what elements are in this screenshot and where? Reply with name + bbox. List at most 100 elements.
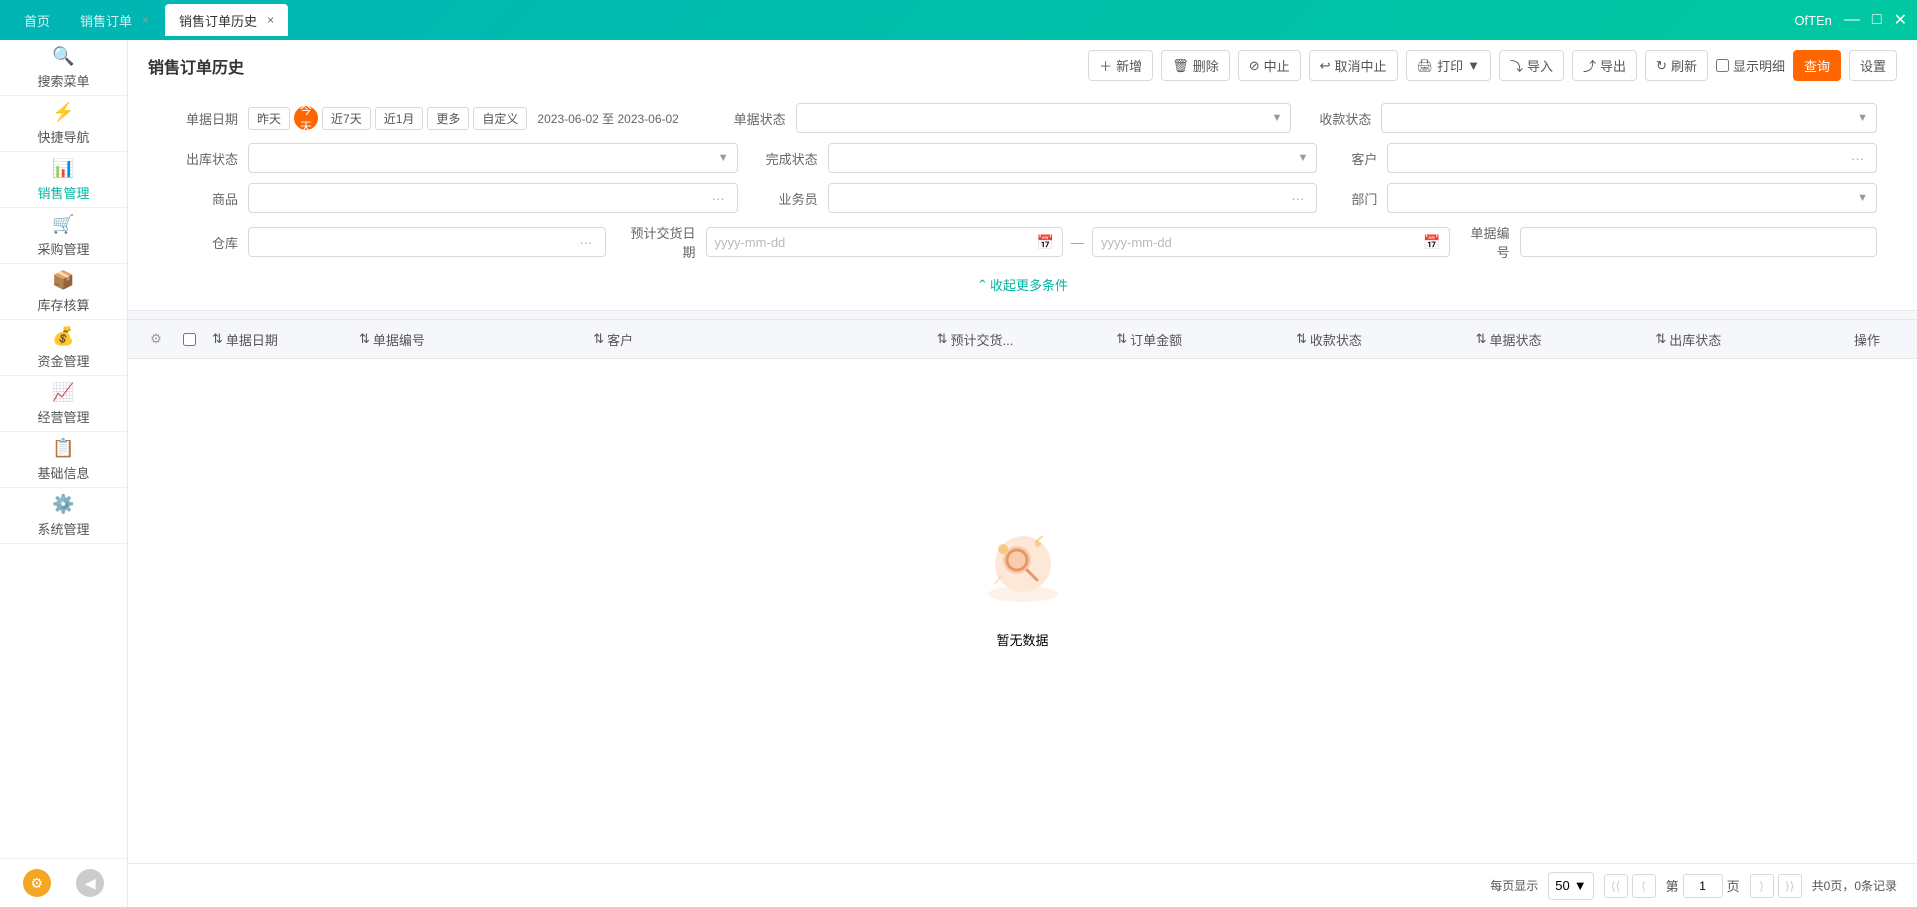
ship-out-select[interactable]: ▼	[248, 143, 738, 173]
tab-sales-order-history-close[interactable]: ×	[267, 13, 274, 27]
expected-date-label: 预计交货日期	[626, 223, 706, 261]
prev-page-button[interactable]: ⟨	[1632, 874, 1656, 898]
th-delivery-label: 预计交货...	[950, 330, 1013, 349]
th-delivery[interactable]: ⇅ 预计交货...	[929, 330, 1109, 349]
filter-row-date: 单据日期 昨天 今天 近7天 近1月 更多 自定义 2023-06-02 至 2…	[168, 103, 1877, 133]
display-toggle-checkbox[interactable]	[1716, 59, 1729, 72]
expected-date-to[interactable]: yyyy-mm-dd 📅	[1092, 227, 1450, 257]
th-order-status-sort-icon: ⇅	[1476, 331, 1487, 347]
calendar-icon-2: 📅	[1423, 234, 1440, 251]
page-number-input[interactable]	[1683, 874, 1723, 898]
first-page-button[interactable]: ⟨⟨	[1604, 874, 1628, 898]
warehouse-dots[interactable]: ···	[576, 235, 597, 250]
tab-home[interactable]: 首页	[10, 4, 64, 36]
sidebar-item-purchase-mgmt-label: 采购管理	[37, 239, 89, 258]
th-customer-label: 客户	[607, 330, 633, 349]
close-window-icon[interactable]: —	[1844, 11, 1860, 29]
th-ship-status[interactable]: ⇅ 出库状态	[1647, 330, 1827, 349]
top-bar: 首页 销售订单 × 销售订单历史 × OfTEn — □ ✕	[0, 0, 1917, 40]
dept-select[interactable]: ▼	[1387, 183, 1877, 213]
goods-select[interactable]: ···	[248, 183, 738, 213]
th-order-status[interactable]: ⇅ 单据状态	[1468, 330, 1648, 349]
table-select-all[interactable]	[174, 333, 204, 346]
print-button[interactable]: 🖨 打印 ▼	[1406, 50, 1491, 81]
last-page-button[interactable]: ⟩⟩	[1778, 874, 1802, 898]
per-page-select[interactable]: 50 ▼	[1548, 872, 1593, 900]
close-app-icon[interactable]: ✕	[1894, 10, 1907, 30]
date-quick-btns: 昨天 今天 近7天 近1月 更多 自定义	[248, 106, 527, 130]
display-toggle[interactable]: 显示明细	[1716, 56, 1785, 75]
table-gear-icon[interactable]: ⚙	[138, 331, 174, 347]
tab-sales-order-history[interactable]: 销售订单历史 ×	[165, 4, 288, 36]
th-amount[interactable]: ⇅ 订单金额	[1108, 330, 1288, 349]
th-date[interactable]: ⇅ 单据日期	[204, 330, 351, 349]
date-btn-custom[interactable]: 自定义	[473, 107, 527, 130]
settings-button[interactable]: 设置	[1849, 50, 1897, 81]
page-title-row: 销售订单历史 ＋ 新增 🗑 删除 ⊘ 中止 ↩	[148, 50, 1897, 81]
sidebar-item-operation[interactable]: 📈 经营管理	[0, 376, 127, 432]
th-num[interactable]: ⇅ 单据编号	[351, 330, 585, 349]
next-page-button[interactable]: ⟩	[1750, 874, 1774, 898]
sidebar-item-purchase-mgmt[interactable]: 🛒 采购管理	[0, 208, 127, 264]
new-button[interactable]: ＋ 新增	[1088, 50, 1153, 81]
tab-sales-order-label: 销售订单	[80, 11, 132, 30]
tab-home-label: 首页	[24, 11, 50, 30]
stop-button[interactable]: ⊘ 中止	[1238, 50, 1301, 81]
th-pay-status[interactable]: ⇅ 收款状态	[1288, 330, 1468, 349]
salesperson-select[interactable]: ···	[828, 183, 1318, 213]
sidebar-volume-icon[interactable]: ◀	[76, 869, 104, 897]
th-ship-status-sort-icon: ⇅	[1655, 331, 1666, 347]
th-pay-status-label: 收款状态	[1310, 330, 1362, 349]
complete-status-select[interactable]: ▼	[828, 143, 1318, 173]
sidebar-item-search-menu[interactable]: 🔍 搜索菜单	[0, 40, 127, 96]
order-status-arrow: ▼	[1271, 112, 1282, 124]
print-icon: 🖨	[1417, 58, 1434, 74]
date-btn-7days[interactable]: 近7天	[322, 107, 371, 130]
order-status-select[interactable]: ▼	[796, 103, 1292, 133]
dept-arrow: ▼	[1857, 192, 1868, 204]
cancel-stop-label: 取消中止	[1335, 56, 1387, 75]
sidebar-item-base-info-label: 基础信息	[37, 463, 89, 482]
sidebar-item-inventory[interactable]: 📦 库存核算	[0, 264, 127, 320]
import-icon: ⤵	[1510, 56, 1523, 75]
select-all-checkbox[interactable]	[183, 333, 196, 346]
refresh-button[interactable]: ↻ 刷新	[1645, 50, 1708, 81]
date-btn-more[interactable]: 更多	[427, 107, 469, 130]
th-customer[interactable]: ⇅ 客户	[585, 330, 928, 349]
query-button[interactable]: 查询	[1793, 50, 1841, 81]
import-button[interactable]: ⤵ 导入	[1499, 50, 1564, 81]
minimize-window-icon[interactable]: □	[1872, 11, 1882, 29]
sidebar-item-base-info[interactable]: 📋 基础信息	[0, 432, 127, 488]
filter-area: 单据日期 昨天 今天 近7天 近1月 更多 自定义 2023-06-02 至 2…	[148, 91, 1897, 310]
sidebar-item-quick-nav[interactable]: ⚡ 快捷导航	[0, 96, 127, 152]
order-num-input[interactable]	[1520, 227, 1878, 257]
customer-dots[interactable]: ···	[1847, 151, 1868, 166]
pay-status-select[interactable]: ▼	[1381, 103, 1877, 133]
filter-row-4: 仓库 ··· 预计交货日期 yyyy-mm-dd 📅 — yyyy-mm-dd …	[168, 223, 1877, 261]
sidebar-settings-icon[interactable]: ⚙	[23, 869, 51, 897]
tab-sales-order[interactable]: 销售订单 ×	[66, 4, 163, 36]
tab-sales-order-close[interactable]: ×	[142, 13, 149, 27]
complete-status-arrow: ▼	[1297, 152, 1308, 164]
settings-label: 设置	[1860, 56, 1886, 75]
sidebar-item-sales-mgmt[interactable]: 📊 销售管理	[0, 152, 127, 208]
salesperson-dots[interactable]: ···	[1287, 191, 1308, 206]
complete-status-label: 完成状态	[758, 149, 828, 168]
export-button[interactable]: ⤴ 导出	[1572, 50, 1637, 81]
date-btn-today[interactable]: 今天	[294, 106, 318, 130]
th-ship-status-label: 出库状态	[1669, 330, 1721, 349]
cancel-stop-button[interactable]: ↩ 取消中止	[1309, 50, 1398, 81]
sidebar-item-system[interactable]: ⚙️ 系统管理	[0, 488, 127, 544]
date-btn-yesterday[interactable]: 昨天	[248, 107, 290, 130]
sidebar-item-finance[interactable]: 💰 资金管理	[0, 320, 127, 376]
page-unit: 页	[1727, 876, 1740, 895]
warehouse-select[interactable]: ···	[248, 227, 606, 257]
page-nav: ⟨⟨ ⟨	[1604, 874, 1656, 898]
goods-dots[interactable]: ···	[708, 191, 729, 206]
purchase-mgmt-icon: 🛒	[52, 214, 74, 235]
delete-button[interactable]: 🗑 删除	[1161, 50, 1230, 81]
expected-date-from[interactable]: yyyy-mm-dd 📅	[706, 227, 1064, 257]
customer-select[interactable]: ···	[1387, 143, 1877, 173]
collapse-button[interactable]: ⌃ 收起更多条件	[168, 271, 1877, 298]
date-btn-1month[interactable]: 近1月	[375, 107, 424, 130]
